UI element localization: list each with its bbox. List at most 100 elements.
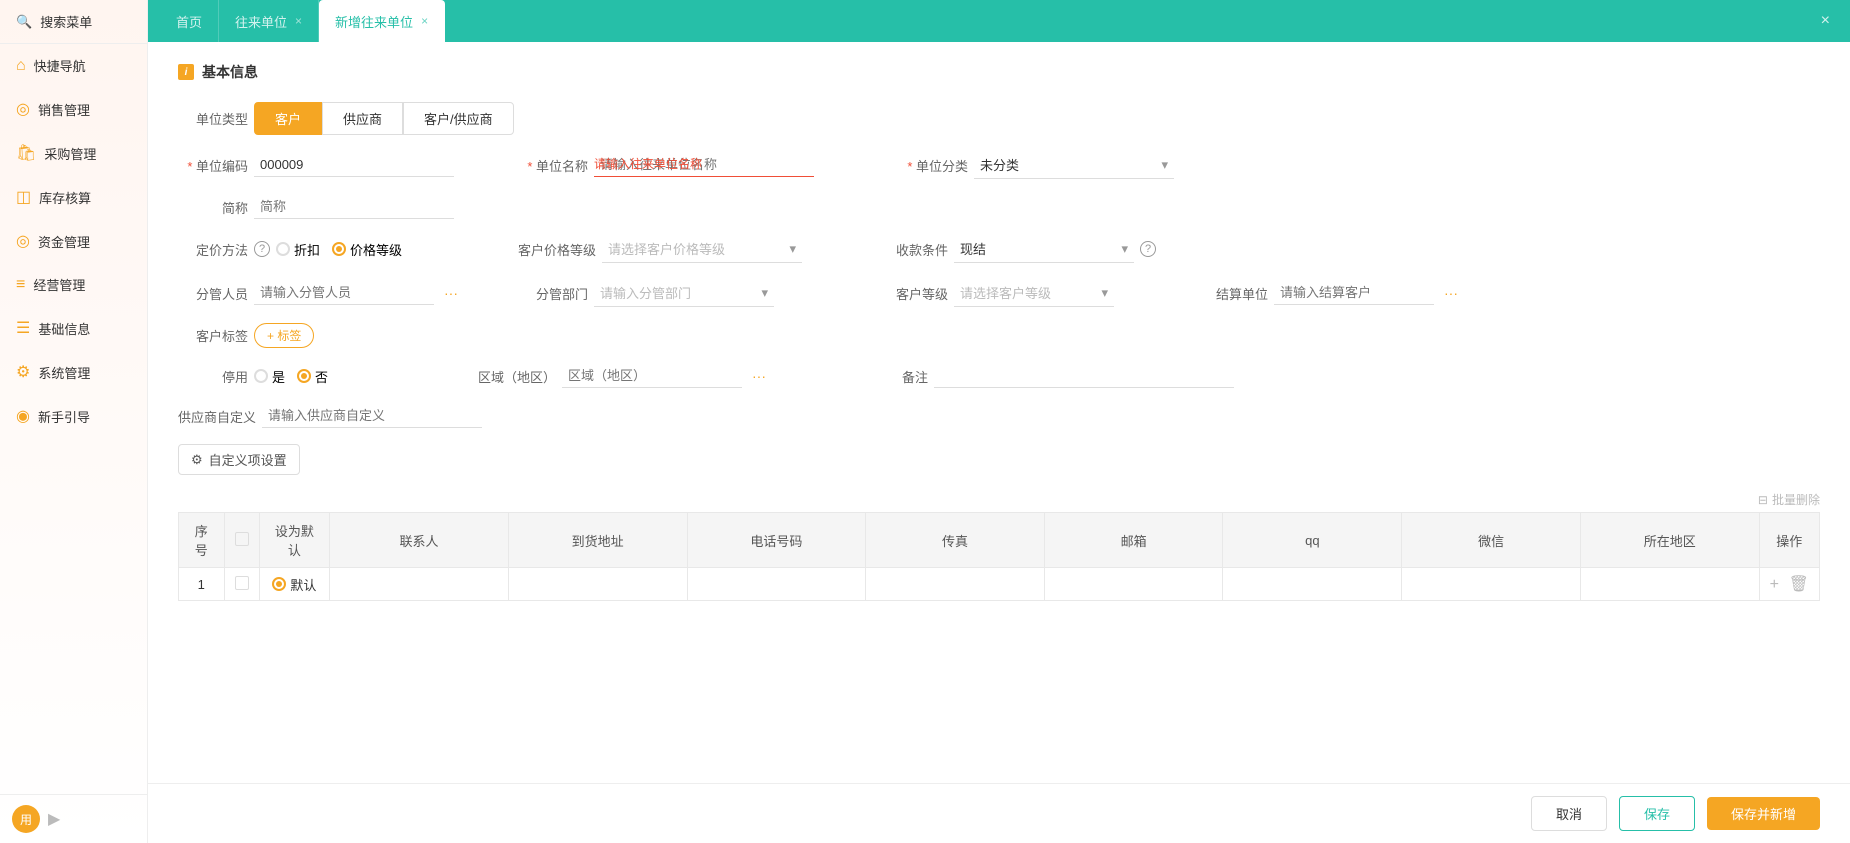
payment-terms-label: 收款条件 bbox=[878, 240, 948, 259]
pricing-help-icon[interactable]: ? bbox=[254, 241, 270, 257]
customer-tag-label: 客户标签 bbox=[178, 326, 248, 345]
settlement-unit-label: 结算单位 bbox=[1198, 284, 1268, 303]
cancel-button[interactable]: 取消 bbox=[1531, 796, 1607, 831]
short-name-group: 简称 bbox=[178, 195, 518, 219]
wechat-input[interactable] bbox=[1412, 577, 1570, 592]
save-add-button[interactable]: 保存并新增 bbox=[1707, 797, 1820, 830]
settings-gear-icon: ⚙ bbox=[191, 452, 203, 468]
tab-home-label: 首页 bbox=[176, 12, 202, 31]
radio-disabled-no[interactable]: 否 bbox=[297, 367, 328, 386]
qq-input[interactable] bbox=[1233, 577, 1391, 592]
unit-name-input-wrap: 请输入往来单位名称 bbox=[594, 153, 814, 177]
sidebar-item-label: 资金管理 bbox=[38, 232, 90, 251]
row-checkbox[interactable] bbox=[235, 576, 249, 590]
unit-info-row: 单位编码 单位名称 请输入往来单位名称 单位分类 未分类 ▾ bbox=[178, 151, 1820, 179]
tab-partners[interactable]: 往来单位 × bbox=[219, 0, 319, 42]
sidebar-item-guide[interactable]: ◉ 新手引导 bbox=[0, 394, 147, 438]
batch-delete-icon: ⊟ bbox=[1758, 493, 1768, 507]
remark-label: 备注 bbox=[858, 367, 928, 386]
supplier-custom-input[interactable] bbox=[262, 404, 482, 428]
sidebar-search[interactable]: 🔍 搜索菜单 bbox=[0, 0, 147, 44]
cell-email bbox=[1044, 568, 1223, 601]
col-contact: 联系人 bbox=[330, 513, 509, 568]
sidebar-item-purchase[interactable]: 🛍 采购管理 bbox=[0, 131, 147, 175]
unit-code-group: 单位编码 bbox=[178, 153, 518, 177]
fax-input[interactable] bbox=[876, 577, 1034, 592]
unit-category-label: 单位分类 bbox=[898, 156, 968, 175]
radio-disabled-yes[interactable]: 是 bbox=[254, 367, 285, 386]
tab-partners-close[interactable]: × bbox=[295, 14, 302, 28]
col-address: 到货地址 bbox=[508, 513, 687, 568]
cell-region bbox=[1580, 568, 1759, 601]
tab-new-partner-close[interactable]: × bbox=[421, 14, 428, 28]
customer-level-label: 客户等级 bbox=[878, 284, 948, 303]
customer-level-arrow: ▾ bbox=[1101, 285, 1108, 301]
unit-btn-both[interactable]: 客户/供应商 bbox=[403, 102, 514, 135]
unit-btn-customer[interactable]: 客户 bbox=[254, 102, 322, 135]
sidebar-item-system[interactable]: ⚙ 系统管理 bbox=[0, 350, 147, 394]
sidebar-item-quick-nav[interactable]: ⌂ 快捷导航 bbox=[0, 44, 147, 87]
supplier-custom-row: 供应商自定义 bbox=[178, 404, 1820, 428]
customer-level-select[interactable]: 请选择客户等级 ▾ bbox=[954, 279, 1114, 307]
region-input[interactable] bbox=[562, 364, 742, 388]
contact-input[interactable] bbox=[340, 577, 498, 592]
sidebar-item-operations[interactable]: ≡ 经营管理 bbox=[0, 263, 147, 306]
close-all-button[interactable]: × bbox=[1813, 8, 1838, 34]
custom-settings-button[interactable]: ⚙ 自定义项设置 bbox=[178, 444, 300, 475]
radio-discount-dot bbox=[276, 242, 290, 256]
col-phone: 电话号码 bbox=[687, 513, 866, 568]
operations-icon: ≡ bbox=[16, 276, 25, 294]
short-name-input[interactable] bbox=[254, 195, 454, 219]
radio-price-level[interactable]: 价格等级 bbox=[332, 240, 402, 259]
save-button[interactable]: 保存 bbox=[1619, 796, 1695, 831]
payment-terms-select[interactable]: 现结 ▾ bbox=[954, 235, 1134, 263]
settlement-unit-group: 结算单位 ··· bbox=[1198, 281, 1820, 305]
radio-default[interactable]: 默认 bbox=[270, 575, 320, 594]
content-area: i 基本信息 单位类型 客户 供应商 客户/供应商 单位编码 单位名称 bbox=[148, 42, 1850, 783]
radio-default-label: 默认 bbox=[290, 575, 316, 594]
unit-category-value: 未分类 bbox=[980, 155, 1019, 174]
sidebar-item-label: 库存核算 bbox=[39, 188, 91, 207]
settlement-unit-input[interactable] bbox=[1274, 281, 1434, 305]
sidebar-item-label: 经营管理 bbox=[33, 275, 85, 294]
delete-row-button[interactable]: 🗑 bbox=[1789, 576, 1809, 593]
disabled-row: 停用 是 否 区域（地区） ··· 备注 bbox=[178, 364, 1820, 388]
sidebar-expand-icon[interactable]: ▶ bbox=[48, 809, 60, 829]
sidebar-item-inventory[interactable]: ◫ 库存核算 bbox=[0, 175, 147, 219]
address-input[interactable] bbox=[519, 577, 677, 592]
radio-disabled-yes-label: 是 bbox=[272, 367, 285, 386]
batch-delete-area: ⊟ 批量删除 bbox=[178, 491, 1820, 508]
unit-code-input[interactable] bbox=[254, 153, 454, 177]
customer-price-level-select[interactable]: 请选择客户价格等级 ▾ bbox=[602, 235, 802, 263]
radio-discount[interactable]: 折扣 bbox=[276, 240, 320, 259]
supplier-custom-group: 供应商自定义 bbox=[178, 404, 578, 428]
region-table-input[interactable] bbox=[1591, 577, 1749, 592]
unit-code-label: 单位编码 bbox=[178, 156, 248, 175]
pricing-method-label: 定价方法 bbox=[178, 240, 248, 259]
select-all-checkbox[interactable] bbox=[235, 532, 249, 546]
remark-input[interactable] bbox=[934, 364, 1234, 388]
add-tag-button[interactable]: + 标签 bbox=[254, 323, 314, 348]
unit-btn-supplier[interactable]: 供应商 bbox=[322, 102, 403, 135]
manager-more-btn[interactable]: ··· bbox=[440, 285, 462, 301]
settlement-unit-more-btn[interactable]: ··· bbox=[1440, 285, 1462, 301]
col-email: 邮箱 bbox=[1044, 513, 1223, 568]
region-more-btn[interactable]: ··· bbox=[748, 368, 770, 384]
batch-delete-label[interactable]: 批量删除 bbox=[1772, 491, 1820, 508]
phone-input[interactable] bbox=[698, 577, 856, 592]
payment-terms-help-icon[interactable]: ? bbox=[1140, 241, 1156, 257]
department-select[interactable]: 请输入分管部门 ▾ bbox=[594, 279, 774, 307]
email-input[interactable] bbox=[1055, 577, 1213, 592]
unit-category-select[interactable]: 未分类 ▾ bbox=[974, 151, 1174, 179]
department-label: 分管部门 bbox=[518, 284, 588, 303]
sidebar-item-sales[interactable]: ◎ 销售管理 bbox=[0, 87, 147, 131]
sales-icon: ◎ bbox=[16, 99, 30, 119]
radio-disabled-no-dot bbox=[297, 369, 311, 383]
footer: 取消 保存 保存并新增 bbox=[148, 783, 1850, 843]
sidebar-item-finance[interactable]: ◎ 资金管理 bbox=[0, 219, 147, 263]
manager-input[interactable] bbox=[254, 281, 434, 305]
tab-new-partner[interactable]: 新增往来单位 × bbox=[319, 0, 445, 42]
tab-home[interactable]: 首页 bbox=[160, 0, 219, 42]
sidebar-item-basic-info[interactable]: ☰ 基础信息 bbox=[0, 306, 147, 350]
add-row-button[interactable]: + bbox=[1770, 576, 1779, 593]
